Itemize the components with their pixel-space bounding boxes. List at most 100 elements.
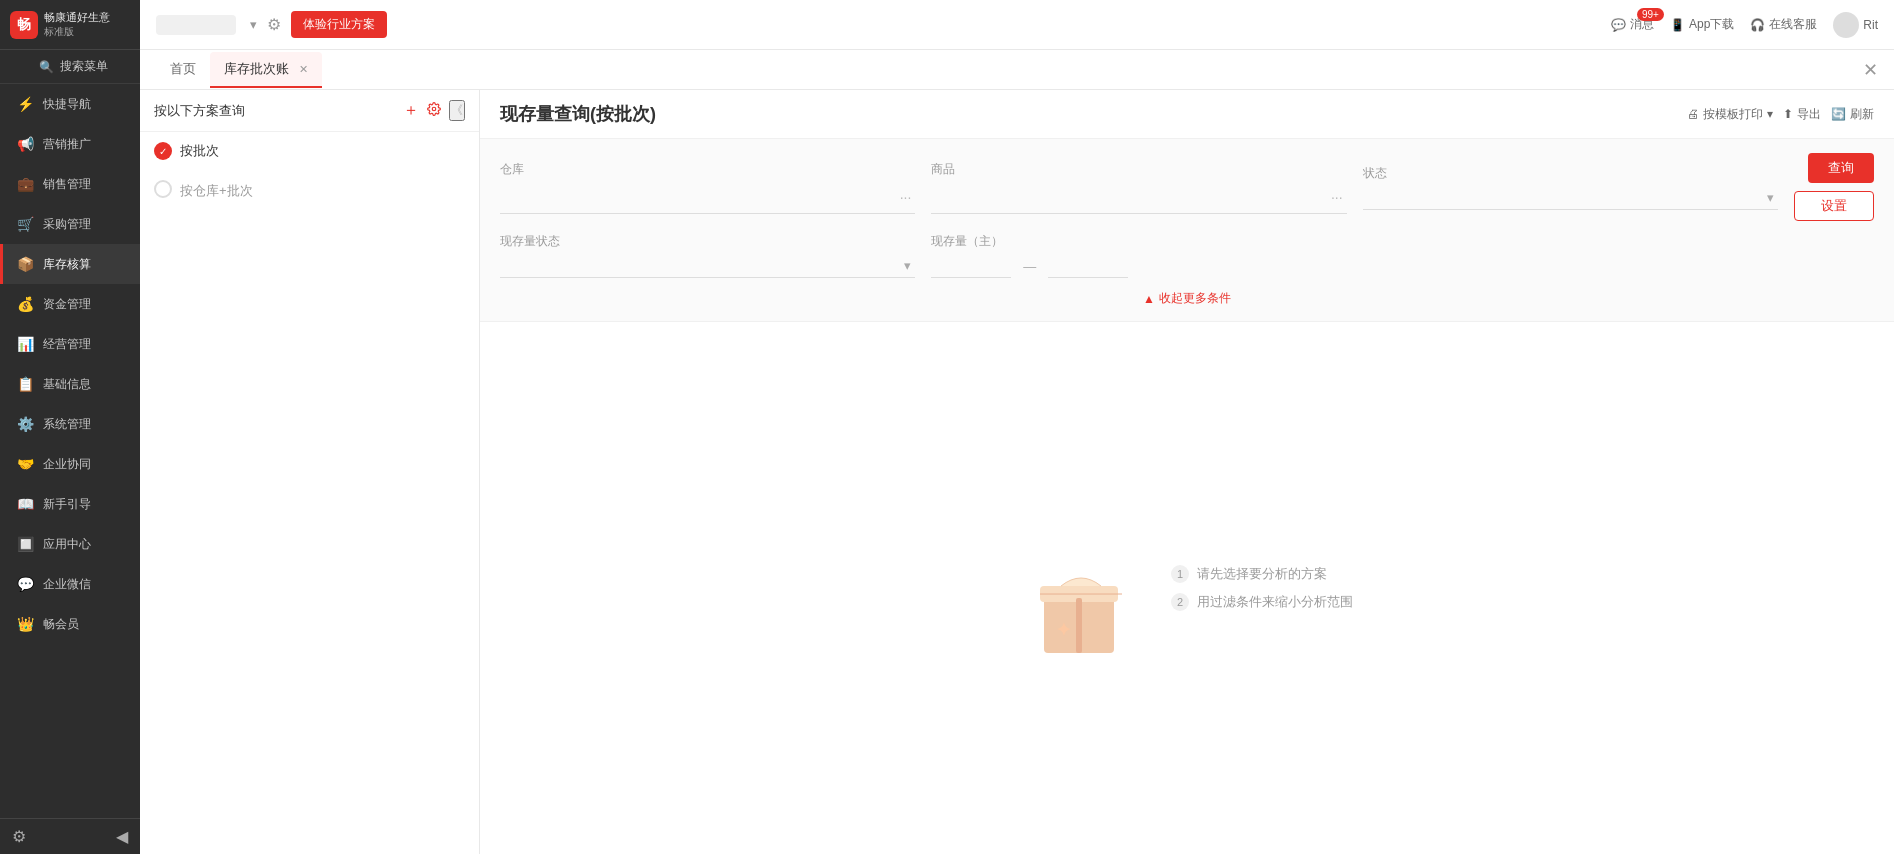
tab-inventory-batch[interactable]: 库存批次账 ✕: [210, 52, 322, 88]
tab-home[interactable]: 首页: [156, 52, 210, 88]
message-icon: 💬: [1611, 18, 1626, 32]
message-btn[interactable]: 💬 消息 99+: [1611, 16, 1654, 33]
query-btn[interactable]: 查询: [1808, 153, 1874, 183]
nav-label: 企业协同: [43, 456, 91, 473]
sidebar-item-inventory[interactable]: 📦 库存核算: [0, 244, 140, 284]
warehouse-input[interactable]: [504, 186, 900, 209]
app-download-label: App下载: [1689, 16, 1734, 33]
sidebar-item-finance[interactable]: 💰 资金管理: [0, 284, 140, 324]
set-btn[interactable]: 设置: [1794, 191, 1874, 221]
message-badge: 99+: [1637, 8, 1664, 21]
sidebar-item-collab[interactable]: 🤝 企业协同: [0, 444, 140, 484]
phone-icon: 📱: [1670, 18, 1685, 32]
nav-label: 采购管理: [43, 216, 91, 233]
nav-label: 快捷导航: [43, 96, 91, 113]
sidebar-item-purchase[interactable]: 🛒 采购管理: [0, 204, 140, 244]
page-header-actions: 🖨 按模板打印 ▾ ⬆ 导出 🔄 刷新: [1687, 106, 1874, 123]
product-dots[interactable]: ···: [1331, 189, 1343, 205]
tab-close-icon[interactable]: ✕: [299, 63, 308, 75]
sidebar-item-sales[interactable]: 💼 销售管理: [0, 164, 140, 204]
close-all-tabs-btn[interactable]: ✕: [1863, 59, 1878, 81]
status-select[interactable]: [1363, 186, 1778, 209]
headset-icon: 🎧: [1750, 18, 1765, 32]
refresh-btn[interactable]: 🔄 刷新: [1831, 106, 1874, 123]
nav-label: 新手引导: [43, 496, 91, 513]
settings-bottom-icon[interactable]: ⚙: [12, 827, 26, 846]
sidebar-item-marketing[interactable]: 📢 营销推广: [0, 124, 140, 164]
left-panel-header: 按以下方案查询 ＋ 《: [140, 90, 479, 132]
tab-inventory-batch-label: 库存批次账: [224, 61, 289, 76]
topbar-right: 💬 消息 99+ 📱 App下载 🎧 在线客服 Rit: [1611, 12, 1878, 38]
hint-2-text: 用过滤条件来缩小分析范围: [1197, 593, 1353, 611]
sidebar-item-wechat[interactable]: 💬 企业微信: [0, 564, 140, 604]
plan-active-icon: ✓: [154, 142, 172, 160]
collapse-panel-btn[interactable]: 《: [449, 100, 465, 121]
app-download-btn[interactable]: 📱 App下载: [1670, 16, 1734, 33]
nav-label: 销售管理: [43, 176, 91, 193]
collapse-more-btn[interactable]: ▲ 收起更多条件: [500, 290, 1874, 307]
user-menu[interactable]: Rit: [1833, 12, 1878, 38]
hint-1-num: 1: [1171, 565, 1189, 583]
plan-settings-btn[interactable]: [427, 102, 441, 120]
topbar-left: ▾ ⚙ 体验行业方案: [156, 11, 387, 38]
collapse-sidebar-icon[interactable]: ◀: [116, 827, 128, 846]
search-label: 搜索菜单: [60, 58, 108, 75]
sidebar-item-member[interactable]: 👑 畅会员: [0, 604, 140, 644]
print-btn[interactable]: 🖨 按模板打印 ▾: [1687, 106, 1773, 123]
svg-rect-3: [1076, 598, 1082, 653]
online-service-btn[interactable]: 🎧 在线客服: [1750, 16, 1817, 33]
sidebar: 畅 畅康通好生意 标准版 🔍 搜索菜单 ⚡ 快捷导航 📢 营销推广 💼 销售管理…: [0, 0, 140, 854]
filter-area: 仓库 ··· 商品 ···: [480, 139, 1894, 322]
user-avatar: [1833, 12, 1859, 38]
inventory-icon: 📦: [15, 254, 35, 274]
print-dropdown-icon[interactable]: ▾: [1767, 107, 1773, 121]
product-input-wrapper: ···: [931, 182, 1346, 214]
sidebar-nav: ⚡ 快捷导航 📢 营销推广 💼 销售管理 🛒 采购管理 📦 库存核算 💰 资金管…: [0, 84, 140, 818]
topbar: ▾ ⚙ 体验行业方案 💬 消息 99+ 📱 App下载 🎧 在线客服 Rit: [140, 0, 1894, 50]
left-panel-title: 按以下方案查询: [154, 102, 245, 120]
sidebar-search[interactable]: 🔍 搜索菜单: [0, 50, 140, 84]
industry-btn[interactable]: 体验行业方案: [291, 11, 387, 38]
plan-item-by-warehouse-batch[interactable]: 按仓库+批次: [140, 170, 479, 211]
stock-qty-max[interactable]: [1048, 254, 1128, 278]
member-icon: 👑: [15, 614, 35, 634]
sidebar-bottom: ⚙ ◀: [0, 818, 140, 854]
stock-status-label: 现存量状态: [500, 233, 915, 250]
filter-product: 商品 ···: [931, 161, 1346, 214]
sidebar-item-system[interactable]: ⚙️ 系统管理: [0, 404, 140, 444]
product-input[interactable]: [935, 186, 1331, 209]
search-icon: 🔍: [39, 60, 54, 74]
nav-label: 资金管理: [43, 296, 91, 313]
sidebar-item-quick[interactable]: ⚡ 快捷导航: [0, 84, 140, 124]
collapse-up-icon: ▲: [1143, 292, 1155, 306]
plan-item-by-batch[interactable]: ✓ 按批次: [140, 132, 479, 170]
nav-label: 库存核算: [43, 256, 91, 273]
export-btn[interactable]: ⬆ 导出: [1783, 106, 1821, 123]
empty-box-svg: ✦: [1026, 548, 1136, 658]
collapse-more-label: 收起更多条件: [1159, 290, 1231, 307]
warehouse-dots[interactable]: ···: [900, 189, 912, 205]
stock-status-select-wrapper: ▾: [500, 254, 915, 278]
sidebar-header: 畅 畅康通好生意 标准版: [0, 0, 140, 50]
stock-qty-min[interactable]: [931, 254, 1011, 278]
app-logo: 畅: [10, 11, 38, 39]
breadcrumb-input[interactable]: [156, 15, 236, 35]
left-panel: 按以下方案查询 ＋ 《 ✓ 按批次: [140, 90, 480, 854]
sidebar-item-apps[interactable]: 🔲 应用中心: [0, 524, 140, 564]
sidebar-item-ops[interactable]: 📊 经营管理: [0, 324, 140, 364]
page-header: 现存量查询(按批次) 🖨 按模板打印 ▾ ⬆ 导出 🔄 刷新: [480, 90, 1894, 139]
settings-icon[interactable]: ⚙: [267, 15, 281, 34]
empty-hints: 1 请先选择要分析的方案 2 用过滤条件来缩小分析范围: [1171, 565, 1353, 611]
sidebar-item-basic[interactable]: 📋 基础信息: [0, 364, 140, 404]
range-dash: —: [1019, 259, 1040, 274]
filter-warehouse: 仓库 ···: [500, 161, 915, 214]
stock-status-select[interactable]: [500, 254, 915, 277]
wechat-icon: 💬: [15, 574, 35, 594]
plan-warehouse-batch-label: 按仓库+批次: [180, 182, 253, 200]
filter-stock-qty: 现存量（主） —: [931, 233, 1346, 278]
breadcrumb-dropdown-icon[interactable]: ▾: [250, 17, 257, 32]
sidebar-item-guide[interactable]: 📖 新手引导: [0, 484, 140, 524]
print-label: 按模板打印: [1703, 106, 1763, 123]
add-plan-btn[interactable]: ＋: [403, 100, 419, 121]
warehouse-input-wrapper: ···: [500, 182, 915, 214]
